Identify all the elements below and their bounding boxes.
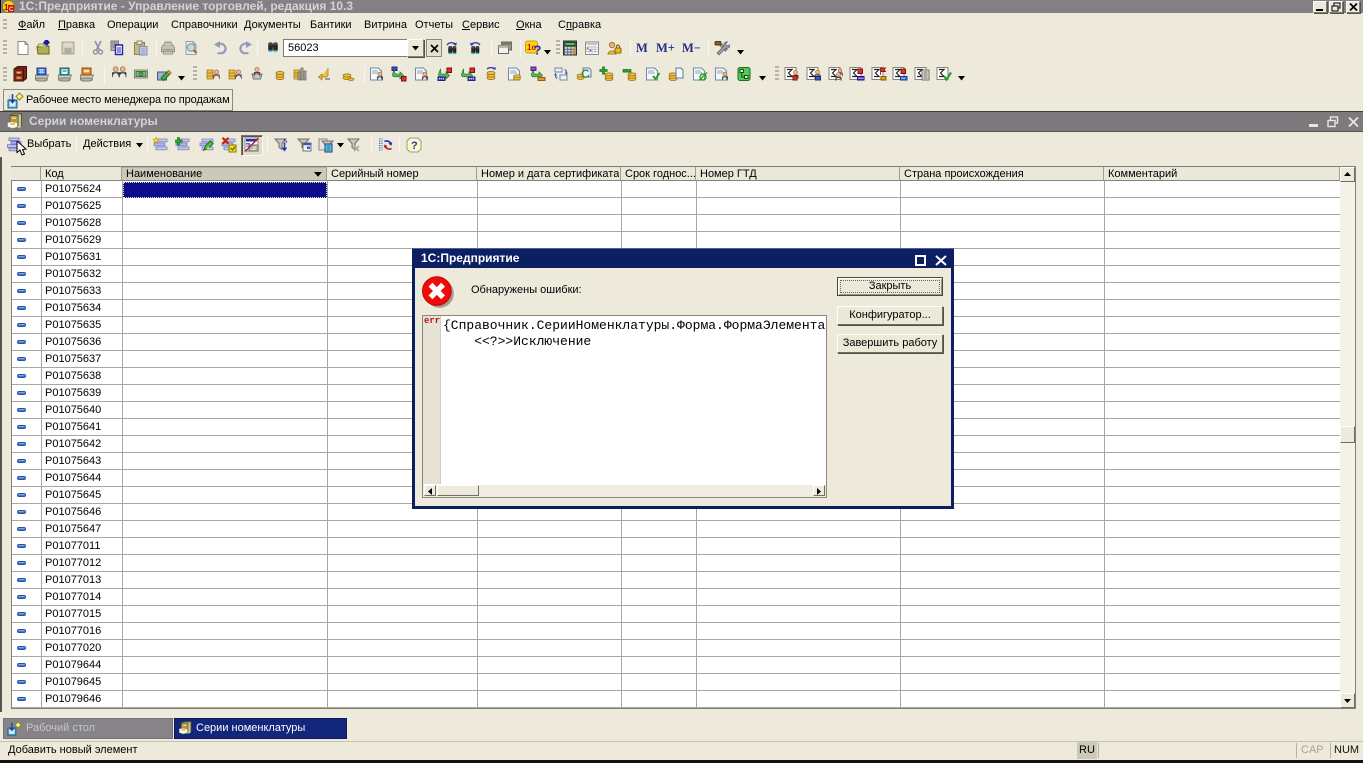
svg-text:C: C — [9, 7, 14, 13]
svg-text:?: ? — [411, 140, 418, 152]
svg-text:?: ? — [534, 43, 542, 57]
